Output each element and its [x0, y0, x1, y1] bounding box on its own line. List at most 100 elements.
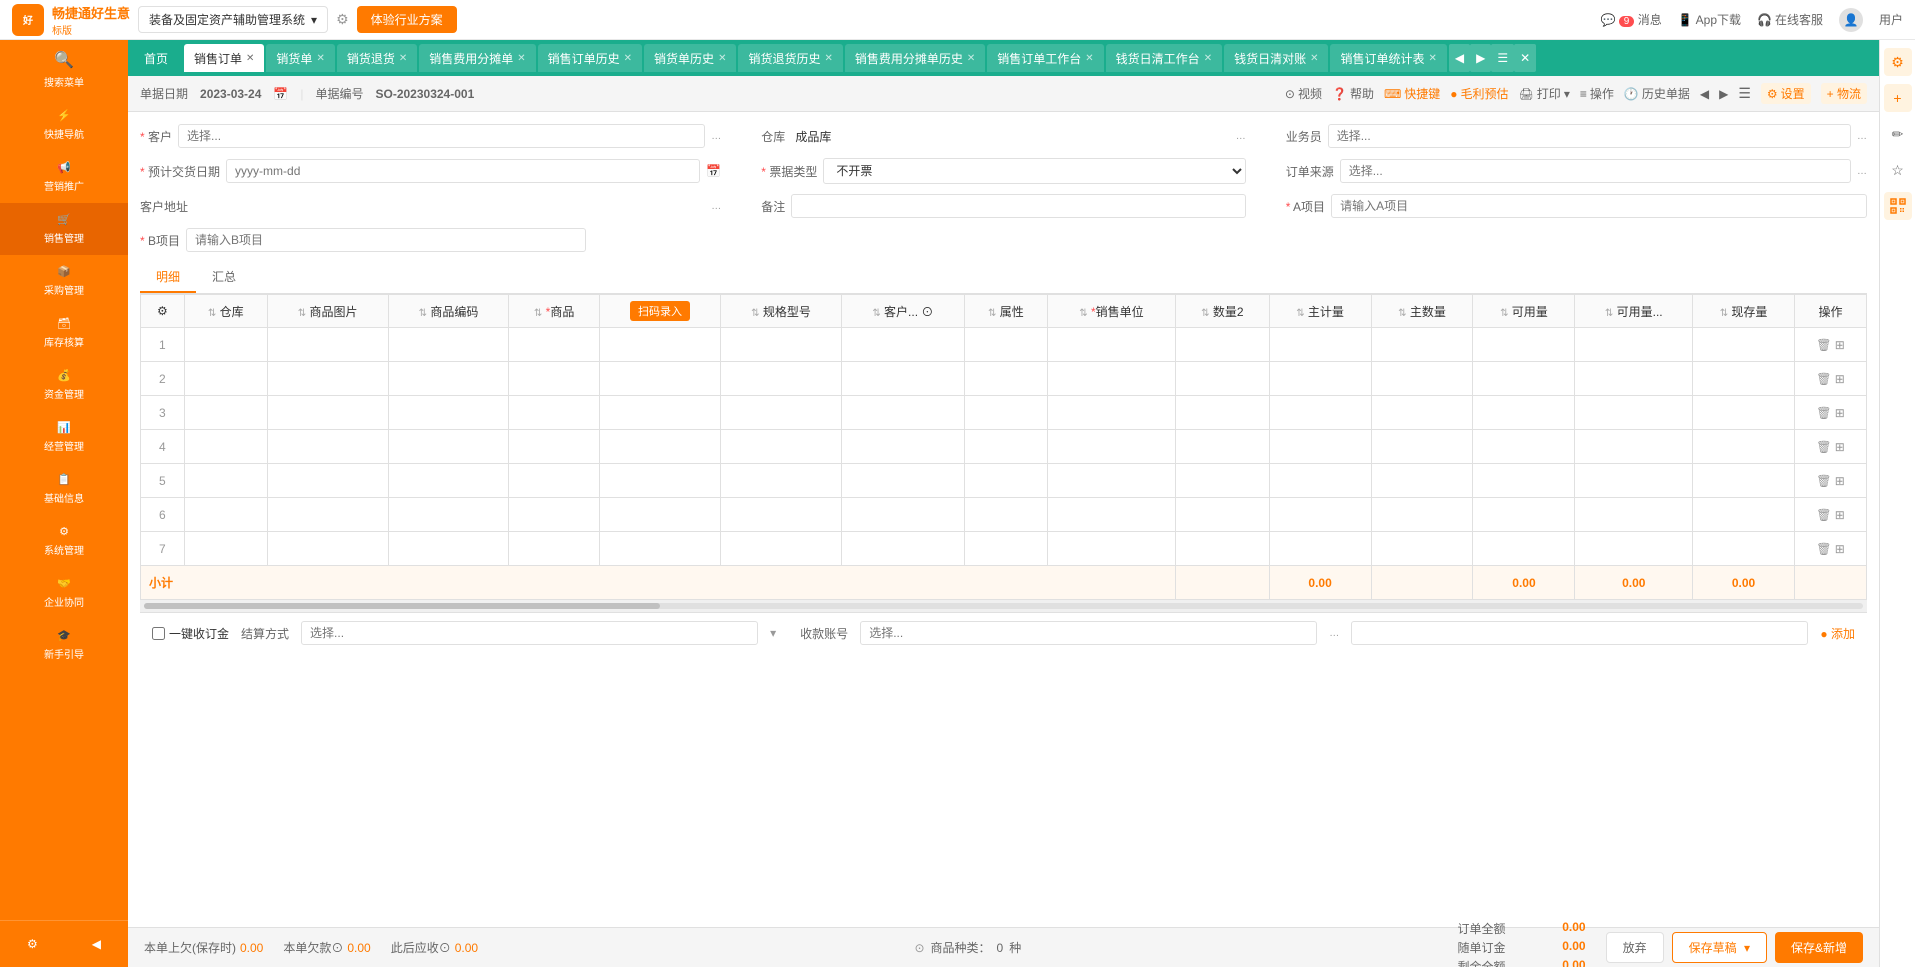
row-copy-btn[interactable]: ⊞	[1835, 406, 1845, 420]
expected-date-input[interactable]	[226, 159, 700, 183]
salesperson-input[interactable]	[1328, 124, 1851, 148]
row-delete-btn[interactable]: 🗑	[1816, 542, 1831, 556]
tab-close-icon[interactable]: ✕	[1310, 53, 1318, 64]
sidebar-item-marketing[interactable]: 📢 营销推广	[0, 151, 128, 203]
add-account-btn[interactable]: ● 添加	[1820, 625, 1855, 642]
sidebar-item-operation[interactable]: 📊 经营管理	[0, 411, 128, 463]
draft-dropdown-icon[interactable]: ▾	[1744, 941, 1750, 955]
tab-close-icon[interactable]: ✕	[316, 53, 324, 64]
tab-cash-reconcile[interactable]: 钱货日清对账 ✕	[1224, 44, 1328, 72]
sidebar-item-finance[interactable]: 💰 资金管理	[0, 359, 128, 411]
row-delete-btn[interactable]: 🗑	[1816, 508, 1831, 522]
warehouse-ellipsis[interactable]: …	[1236, 131, 1246, 142]
sidebar-item-purchase[interactable]: 📦 采购管理	[0, 255, 128, 307]
tab-sales-expense[interactable]: 销售费用分摊单 ✕	[419, 44, 535, 72]
tab-return-history[interactable]: 销货退货历史 ✕	[738, 44, 842, 72]
sidebar-settings-btn[interactable]: ⚙	[19, 929, 46, 959]
row-delete-btn[interactable]: 🗑	[1816, 372, 1831, 386]
tab-order-workbench[interactable]: 销售订单工作台 ✕	[987, 44, 1103, 72]
sidebar-item-sales[interactable]: 🛒 销售管理	[0, 203, 128, 255]
right-edit-icon[interactable]: ✏	[1884, 120, 1912, 148]
profit-forecast-btn[interactable]: ● 毛利预估	[1450, 85, 1508, 102]
print-btn[interactable]: 🖨 打印 ▾	[1519, 85, 1570, 102]
right-star-icon[interactable]: ☆	[1884, 156, 1912, 184]
next-record-btn[interactable]: ▶	[1719, 87, 1728, 101]
tab-close-icon[interactable]: ✕	[1085, 53, 1093, 64]
tab-sales-order-history[interactable]: 销售订单历史 ✕	[538, 44, 642, 72]
tab-goods-history[interactable]: 销货单历史 ✕	[644, 44, 736, 72]
tab-prev-btn[interactable]: ◀	[1449, 44, 1470, 72]
customer-address-ellipsis[interactable]: …	[711, 201, 721, 212]
horizontal-scrollbar[interactable]	[140, 600, 1867, 612]
salesperson-ellipsis[interactable]: …	[1857, 131, 1867, 142]
prev-record-btn[interactable]: ◀	[1700, 87, 1709, 101]
order-source-input[interactable]	[1340, 159, 1851, 183]
save-draft-btn[interactable]: 保存草稿 ▾	[1672, 932, 1767, 963]
payment-method-input[interactable]	[301, 621, 758, 645]
tab-menu-btn[interactable]: ☰	[1491, 44, 1514, 72]
amount-input[interactable]: 0.00	[1351, 621, 1808, 645]
history-btn[interactable]: 🕐 历史单据	[1624, 85, 1690, 102]
b-project-input[interactable]	[186, 228, 586, 252]
discard-btn[interactable]: 放弃	[1606, 932, 1664, 963]
customer-input[interactable]	[178, 124, 705, 148]
account-input[interactable]	[860, 621, 1317, 645]
operation-btn[interactable]: ≡ 操作	[1580, 85, 1614, 102]
tab-close-icon[interactable]: ✕	[718, 53, 726, 64]
customer-ellipsis[interactable]: …	[711, 131, 721, 142]
tab-close-icon[interactable]: ✕	[246, 53, 254, 64]
col-settings[interactable]: ⚙	[141, 295, 185, 328]
tab-summary[interactable]: 汇总	[196, 262, 252, 293]
right-add-material-icon[interactable]: +	[1884, 84, 1912, 112]
right-qr-icon[interactable]	[1884, 192, 1912, 220]
add-material-btn[interactable]: + 物流	[1821, 83, 1867, 104]
row-copy-btn[interactable]: ⊞	[1835, 440, 1845, 454]
row-copy-btn[interactable]: ⊞	[1835, 542, 1845, 556]
sidebar-item-quick-nav[interactable]: ⚡ 快捷导航	[0, 99, 128, 151]
tab-close-all-btn[interactable]: ✕	[1514, 44, 1536, 72]
system-selector[interactable]: 装备及固定资产辅助管理系统 ▾	[138, 6, 328, 33]
row-copy-btn[interactable]: ⊞	[1835, 372, 1845, 386]
tab-close-icon[interactable]: ✕	[1429, 53, 1437, 64]
industry-btn[interactable]: 体验行业方案	[357, 6, 457, 33]
tab-sales-order[interactable]: 销售订单 ✕	[184, 44, 264, 72]
sidebar-item-system[interactable]: ⚙ 系统管理	[0, 515, 128, 567]
calendar-icon[interactable]: 📅	[273, 87, 288, 101]
sidebar-collapse-btn[interactable]: ◀	[84, 929, 109, 959]
help-btn[interactable]: ❓ 帮助	[1332, 85, 1374, 102]
tab-detail[interactable]: 明细	[140, 262, 196, 293]
row-copy-btn[interactable]: ⊞	[1835, 474, 1845, 488]
tab-close-icon[interactable]: ✕	[624, 53, 632, 64]
calendar2-icon[interactable]: 📅	[706, 164, 721, 178]
list-view-btn[interactable]: ☰	[1738, 85, 1751, 102]
tab-sales-return[interactable]: 销货退货 ✕	[337, 44, 417, 72]
sidebar-item-inventory[interactable]: 🗃 库存核算	[0, 307, 128, 359]
tab-cash-workbench[interactable]: 钱货日清工作台 ✕	[1106, 44, 1222, 72]
sidebar-item-enterprise[interactable]: 🤝 企业协同	[0, 567, 128, 619]
tab-sales-stats[interactable]: 销售订单统计表 ✕	[1330, 44, 1446, 72]
remarks-input[interactable]	[791, 194, 1245, 218]
row-copy-btn[interactable]: ⊞	[1835, 338, 1845, 352]
sidebar-item-guide[interactable]: 🎓 新手引导	[0, 619, 128, 671]
one-click-payment-checkbox[interactable]: 一键收订金	[152, 625, 229, 642]
order-source-ellipsis[interactable]: …	[1857, 166, 1867, 177]
col-scan[interactable]: 扫码录入	[599, 295, 720, 328]
tab-close-icon[interactable]: ✕	[824, 53, 832, 64]
row-delete-btn[interactable]: 🗑	[1816, 338, 1831, 352]
gear-icon[interactable]: ⚙	[336, 11, 349, 28]
right-settings-icon[interactable]: ⚙	[1884, 48, 1912, 76]
view-btn[interactable]: ⊙ 视频	[1285, 85, 1322, 102]
row-delete-btn[interactable]: 🗑	[1816, 440, 1831, 454]
tab-expense-history[interactable]: 销售费用分摊单历史 ✕	[845, 44, 985, 72]
tab-close-icon[interactable]: ✕	[517, 53, 525, 64]
tab-next-btn[interactable]: ▶	[1470, 44, 1491, 72]
user-avatar[interactable]: 👤	[1839, 8, 1863, 32]
save-new-btn[interactable]: 保存&新增	[1775, 932, 1863, 963]
sidebar-item-base-info[interactable]: 📋 基础信息	[0, 463, 128, 515]
account-ellipsis[interactable]: …	[1329, 628, 1339, 639]
tab-sales-goods[interactable]: 销货单 ✕	[266, 44, 334, 72]
tab-home[interactable]: 首页	[132, 44, 180, 72]
online-service-btn[interactable]: 🎧 在线客服	[1757, 11, 1823, 28]
tab-close-icon[interactable]: ✕	[399, 53, 407, 64]
tab-close-icon[interactable]: ✕	[967, 53, 975, 64]
